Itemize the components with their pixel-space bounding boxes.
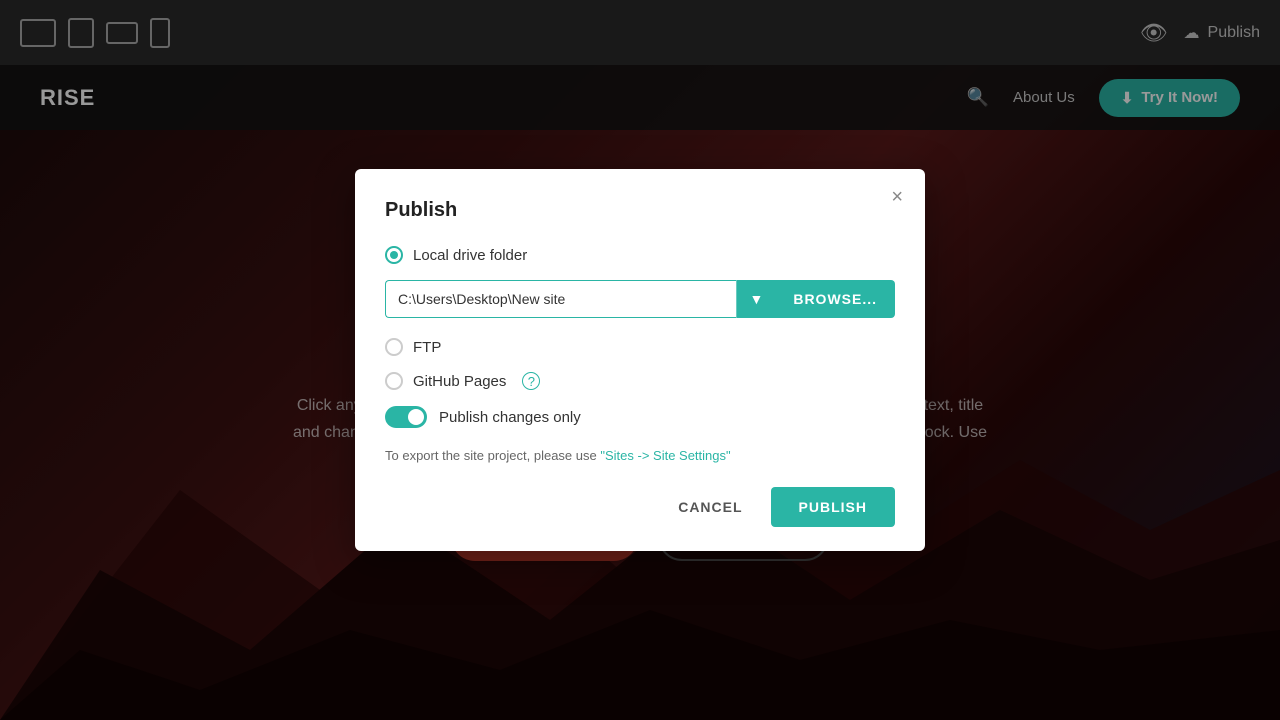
export-link[interactable]: "Sites -> Site Settings"	[600, 448, 730, 463]
modal-footer: CANCEL PUBLISH	[385, 487, 895, 527]
local-drive-option[interactable]: Local drive folder	[385, 246, 895, 264]
github-pages-option[interactable]: GitHub Pages ?	[385, 372, 895, 390]
modal-title: Publish	[385, 199, 895, 222]
github-label: GitHub Pages	[413, 373, 506, 390]
publish-modal-button[interactable]: PUBLISH	[771, 487, 895, 527]
publish-modal: Publish × Local drive folder ▼ BROWSE...…	[355, 169, 925, 551]
publish-changes-toggle[interactable]	[385, 406, 427, 428]
local-drive-label: Local drive folder	[413, 247, 527, 264]
ftp-option[interactable]: FTP	[385, 338, 895, 356]
github-help-icon[interactable]: ?	[522, 372, 540, 390]
github-radio[interactable]	[385, 372, 403, 390]
path-input[interactable]	[385, 280, 736, 318]
ftp-radio[interactable]	[385, 338, 403, 356]
cancel-button[interactable]: CANCEL	[662, 489, 758, 525]
path-row: ▼ BROWSE...	[385, 280, 895, 318]
path-dropdown-button[interactable]: ▼	[736, 280, 775, 318]
local-drive-radio[interactable]	[385, 246, 403, 264]
export-note: To export the site project, please use "…	[385, 448, 895, 463]
publish-changes-toggle-row: Publish changes only	[385, 406, 895, 428]
publish-changes-label: Publish changes only	[439, 409, 581, 426]
ftp-label: FTP	[413, 339, 441, 356]
modal-overlay: Publish × Local drive folder ▼ BROWSE...…	[0, 0, 1280, 720]
browse-button[interactable]: BROWSE...	[775, 280, 895, 318]
modal-close-button[interactable]: ×	[891, 187, 903, 207]
